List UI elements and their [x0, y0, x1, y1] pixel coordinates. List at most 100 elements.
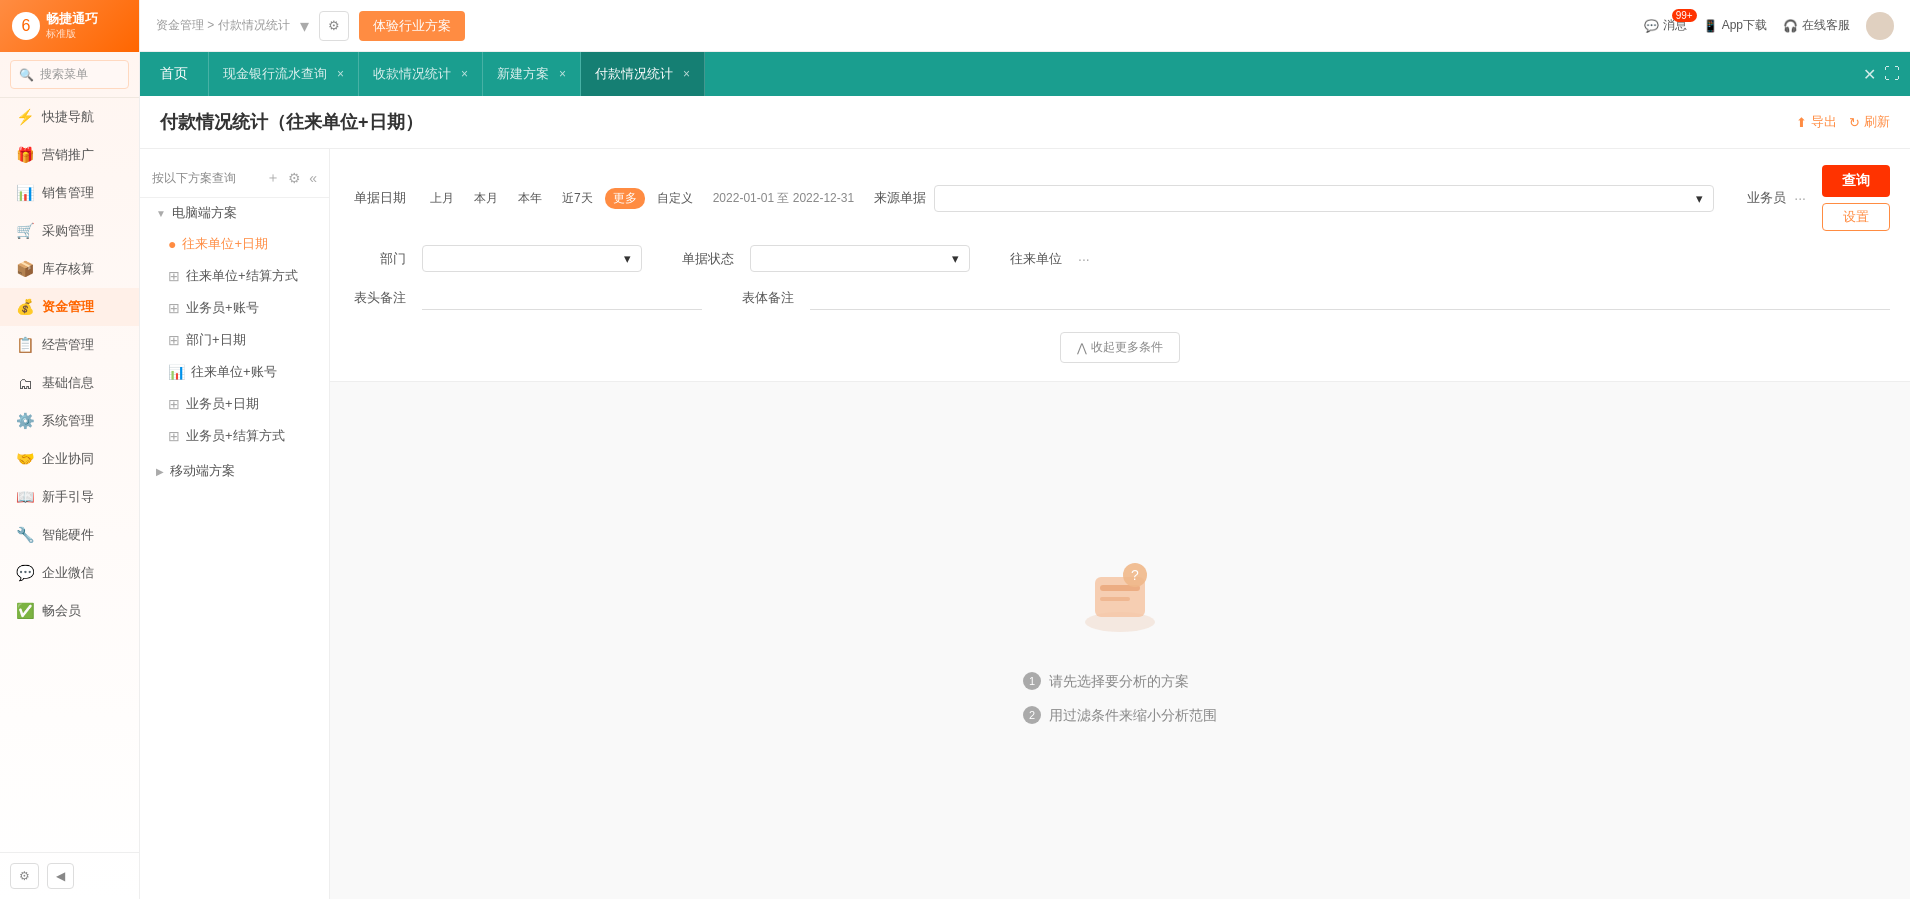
header-note-label: 表头备注	[350, 289, 406, 307]
sidebar-item-operation[interactable]: 📋 经营管理	[0, 326, 139, 364]
scheme-item-partner-date[interactable]: ● 往来单位+日期	[140, 228, 329, 260]
scheme-group-mobile-header[interactable]: ▶ 移动端方案	[140, 456, 329, 486]
operation-icon: 📋	[16, 336, 34, 354]
body-note-input[interactable]	[810, 286, 1890, 310]
main-area: 资金管理 > 付款情况统计 ▾ ⚙ 体验行业方案 💬 消息 99+ 📱 App下…	[140, 0, 1910, 899]
tab-receipt[interactable]: 收款情况统计 ×	[359, 52, 483, 96]
sidebar-item-enterprise[interactable]: 🤝 企业协同	[0, 440, 139, 478]
bank-tab-close[interactable]: ×	[337, 67, 344, 81]
refresh-button[interactable]: ↻ 刷新	[1849, 113, 1890, 131]
online-service-button[interactable]: 🎧 在线客服	[1783, 17, 1850, 34]
message-button[interactable]: 💬 消息 99+	[1644, 17, 1687, 34]
scheme-panel: 按以下方案查询 ＋ ⚙ « ▼ 电脑端方案 ● 往来单位+日期	[140, 149, 330, 899]
svg-text:?: ?	[1131, 567, 1139, 583]
sidebar-item-system[interactable]: ⚙️ 系统管理	[0, 402, 139, 440]
scheme-settings-icon[interactable]: ⚙	[288, 170, 301, 186]
sidebar-logo: 6 畅捷通巧 标准版	[0, 0, 139, 52]
mobile-group-arrow-icon: ▶	[156, 466, 164, 477]
sidebar-item-label: 营销推广	[42, 146, 94, 164]
tab-new[interactable]: 新建方案 ×	[483, 52, 581, 96]
date-range-display: 2022-01-01 至 2022-12-31	[713, 190, 854, 207]
tab-payment[interactable]: 付款情况统计 ×	[581, 52, 705, 96]
tab-close-all-icon[interactable]: ✕	[1863, 65, 1876, 84]
sidebar-item-hardware[interactable]: 🔧 智能硬件	[0, 516, 139, 554]
scheme-group-pc-header[interactable]: ▼ 电脑端方案	[140, 198, 329, 228]
collapse-icon: ⋀	[1077, 341, 1087, 355]
scheme-item-label: 往来单位+结算方式	[186, 267, 298, 285]
sidebar-item-label: 新手引导	[42, 488, 94, 506]
mobile-group-label: 移动端方案	[170, 462, 235, 480]
sidebar-item-purchase[interactable]: 🛒 采购管理	[0, 212, 139, 250]
dropdown-arrow-icon[interactable]: ▾	[300, 15, 309, 37]
doc-status-select[interactable]: ▾	[750, 245, 970, 272]
page-title: 付款情况统计（往来单位+日期）	[160, 110, 423, 134]
scheme-item-staff-account[interactable]: ⊞ 业务员+账号	[140, 292, 329, 324]
scheme-item-partner-account[interactable]: 📊 往来单位+账号	[140, 356, 329, 388]
logo-icon: 6	[12, 12, 40, 40]
payment-tab-close[interactable]: ×	[683, 67, 690, 81]
collapse-conditions-button[interactable]: ⋀ 收起更多条件	[1060, 332, 1180, 363]
staff-settlement-icon: ⊞	[168, 428, 180, 444]
staff-filter-label: 业务员	[1730, 189, 1786, 207]
scheme-item-partner-settlement[interactable]: ⊞ 往来单位+结算方式	[140, 260, 329, 292]
receipt-tab-label: 收款情况统计	[373, 65, 451, 83]
empty-illustration: ?	[1070, 547, 1170, 647]
user-avatar[interactable]	[1866, 12, 1894, 40]
scheme-add-icon[interactable]: ＋	[266, 169, 280, 187]
settings-link[interactable]: 设置	[1822, 203, 1890, 231]
date-opt-more[interactable]: 更多	[605, 188, 645, 209]
trial-button[interactable]: 体验行业方案	[359, 11, 465, 41]
scheme-item-staff-settlement[interactable]: ⊞ 业务员+结算方式	[140, 420, 329, 452]
tab-bank[interactable]: 现金银行流水查询 ×	[209, 52, 359, 96]
export-button[interactable]: ⬆ 导出	[1796, 113, 1837, 131]
date-opt-this-year[interactable]: 本年	[510, 187, 550, 210]
query-settings-col: 查询 设置	[1822, 165, 1890, 231]
filter-row-1: 单据日期 上月 本月 本年 近7天 更多 自定义 2022-01-01 至 20…	[350, 165, 1890, 231]
scheme-item-dept-date[interactable]: ⊞ 部门+日期	[140, 324, 329, 356]
scheme-top-actions: ＋ ⚙ «	[266, 169, 317, 187]
tab-fullscreen-icon[interactable]: ⛶	[1884, 65, 1900, 83]
phone-icon: 📱	[1703, 19, 1718, 33]
logo-name: 畅捷通巧	[46, 11, 98, 27]
scheme-item-label: 业务员+账号	[186, 299, 259, 317]
scheme-item-label: 往来单位+日期	[182, 235, 268, 253]
scheme-collapse-icon[interactable]: «	[309, 170, 317, 186]
sidebar-collapse-button[interactable]: ◀	[47, 863, 74, 889]
dept-select[interactable]: ▾	[422, 245, 642, 272]
page-content: 付款情况统计（往来单位+日期） ⬆ 导出 ↻ 刷新 按以下方案查询 ＋	[140, 96, 1910, 899]
sidebar-item-wechat[interactable]: 💬 企业微信	[0, 554, 139, 592]
scheme-group-pc: ▼ 电脑端方案 ● 往来单位+日期 ⊞ 往来单位+结算方式 ⊞ 业务员+账号	[140, 198, 329, 452]
right-panel: 单据日期 上月 本月 本年 近7天 更多 自定义 2022-01-01 至 20…	[330, 149, 1910, 899]
sidebar-item-label: 销售管理	[42, 184, 94, 202]
sidebar-item-member[interactable]: ✅ 畅会员	[0, 592, 139, 630]
scheme-item-staff-date[interactable]: ⊞ 业务员+日期	[140, 388, 329, 420]
bank-tab-label: 现金银行流水查询	[223, 65, 327, 83]
header-settings-button[interactable]: ⚙	[319, 11, 349, 41]
source-select[interactable]: ▾	[934, 185, 1714, 212]
sidebar-item-guide[interactable]: 📖 新手引导	[0, 478, 139, 516]
search-menu-button[interactable]: 🔍 搜索菜单	[10, 60, 129, 89]
sidebar-item-marketing[interactable]: 🎁 营销推广	[0, 136, 139, 174]
sidebar-item-inventory[interactable]: 📦 库存核算	[0, 250, 139, 288]
date-opt-this-month[interactable]: 本月	[466, 187, 506, 210]
partner-filter-dots[interactable]: ···	[1078, 251, 1090, 267]
dept-date-icon: ⊞	[168, 332, 180, 348]
sidebar-item-quick[interactable]: ⚡ 快捷导航	[0, 98, 139, 136]
tab-home[interactable]: 首页	[140, 52, 209, 96]
query-button[interactable]: 查询	[1822, 165, 1890, 197]
date-filter-label: 单据日期	[350, 189, 406, 207]
new-tab-close[interactable]: ×	[559, 67, 566, 81]
sidebar-settings-button[interactable]: ⚙	[10, 863, 39, 889]
date-opt-7days[interactable]: 近7天	[554, 187, 601, 210]
sidebar-item-sales[interactable]: 📊 销售管理	[0, 174, 139, 212]
receipt-tab-close[interactable]: ×	[461, 67, 468, 81]
staff-filter-dots[interactable]: ···	[1794, 190, 1806, 206]
app-download-button[interactable]: 📱 App下载	[1703, 17, 1767, 34]
date-opt-last-month[interactable]: 上月	[422, 187, 462, 210]
sidebar-item-capital[interactable]: 💰 资金管理	[0, 288, 139, 326]
scheme-item-label: 往来单位+账号	[191, 363, 277, 381]
header-note-input[interactable]	[422, 286, 702, 310]
date-opt-custom[interactable]: 自定义	[649, 187, 701, 210]
sidebar-item-basic[interactable]: 🗂 基础信息	[0, 364, 139, 402]
system-icon: ⚙️	[16, 412, 34, 430]
